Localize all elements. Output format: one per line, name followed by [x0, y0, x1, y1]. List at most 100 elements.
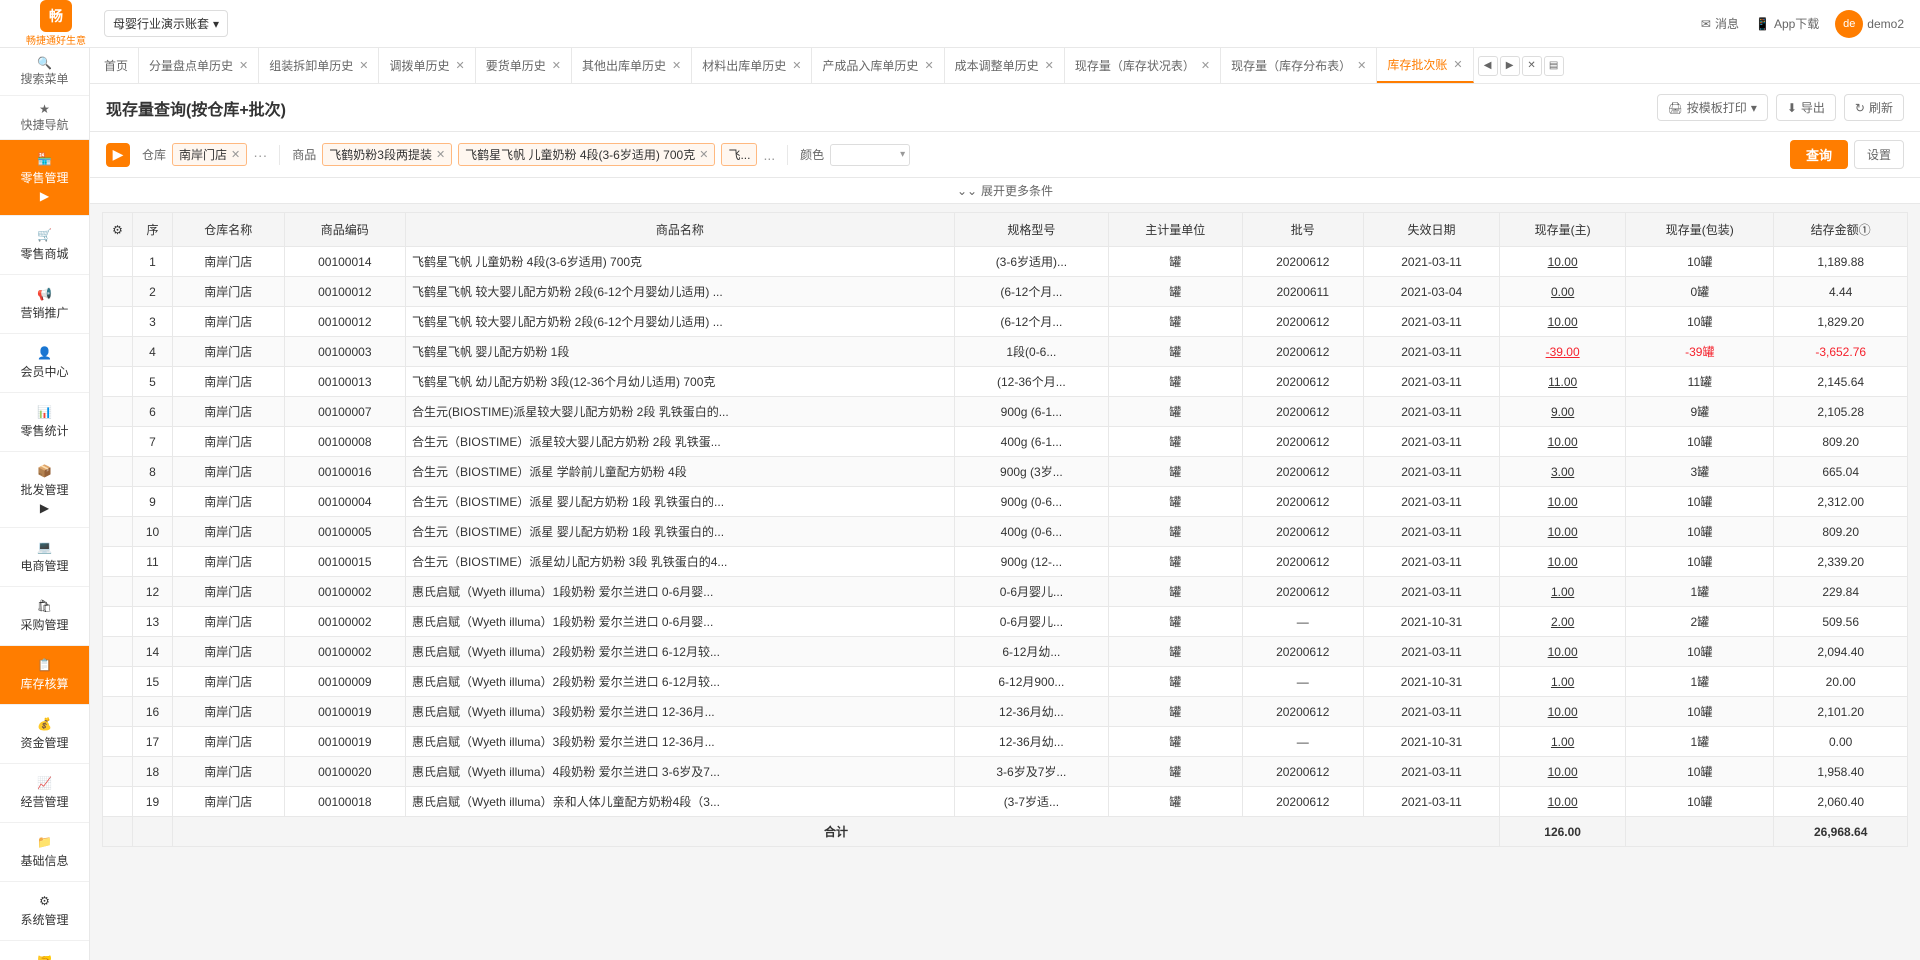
tab-transfer-close[interactable]: ✕ — [456, 59, 465, 72]
sidebar-item-wholesale-mgmt[interactable]: 📦 批发管理 ▶ — [0, 452, 89, 528]
cell-stock-main[interactable]: 10.00 — [1500, 757, 1626, 787]
cell-stock-main[interactable]: 10.00 — [1500, 787, 1626, 817]
tab-prev-arrow[interactable]: ◀ — [1478, 56, 1498, 76]
refresh-icon: ↻ — [1855, 101, 1865, 115]
sidebar-item-system-mgmt[interactable]: ⚙ 系统管理 — [0, 882, 89, 941]
cell-stock-main[interactable]: 2.00 — [1500, 607, 1626, 637]
cell-expiry: 2021-03-11 — [1363, 367, 1499, 397]
sidebar-item-enterprise-coop[interactable]: 🤝 企业协同 — [0, 941, 89, 960]
filter-product-extra[interactable]: ... — [763, 147, 775, 163]
tab-material-outstock-close[interactable]: ✕ — [792, 59, 801, 72]
sidebar-operations-label: 经营管理 — [20, 793, 68, 810]
cell-stock-main[interactable]: 10.00 — [1500, 247, 1626, 277]
search-button[interactable]: 查询 — [1790, 140, 1848, 169]
cell-product-name: 惠氏启赋（Wyeth illuma）2段奶粉 爱尔兰进口 6-12月较... — [406, 667, 955, 697]
sidebar-item-search[interactable]: 🔍 搜索菜单 — [0, 48, 89, 96]
tab-material-outstock[interactable]: 材料出库单历史 ✕ — [692, 48, 812, 83]
sidebar-item-member-center[interactable]: 👤 会员中心 — [0, 334, 89, 393]
filter-product-tag2[interactable]: 飞鹤星飞帆 儿童奶粉 4段(3-6岁适用) 700克 ✕ — [458, 143, 715, 166]
th-settings[interactable]: ⚙ — [103, 213, 133, 247]
cell-product-name: 飞鹤星飞帆 婴儿配方奶粉 1段 — [406, 337, 955, 367]
table-row: 3 南岸门店 00100012 飞鹤星飞帆 较大婴儿配方奶粉 2段(6-12个月… — [103, 307, 1908, 337]
filter-warehouse-remove[interactable]: ✕ — [231, 148, 240, 161]
tab-home[interactable]: 首页 — [94, 48, 139, 83]
tab-cost-adjust-close[interactable]: ✕ — [1045, 59, 1054, 72]
message-button[interactable]: ✉ 消息 — [1701, 15, 1739, 32]
app-download-button[interactable]: 📱 App下载 — [1755, 15, 1819, 32]
cell-unit: 罐 — [1109, 277, 1243, 307]
tab-next-arrow[interactable]: ▶ — [1500, 56, 1520, 76]
tab-product-instock[interactable]: 产成品入库单历史 ✕ — [812, 48, 944, 83]
cell-stock-main[interactable]: 10.00 — [1500, 487, 1626, 517]
tab-other-outstock[interactable]: 其他出库单历史 ✕ — [572, 48, 692, 83]
tab-split-count-close[interactable]: ✕ — [239, 59, 248, 72]
cell-stock-main[interactable]: -39.00 — [1500, 337, 1626, 367]
cell-stock-main[interactable]: 1.00 — [1500, 727, 1626, 757]
filter-color-select[interactable] — [830, 144, 910, 166]
cell-stock-main[interactable]: 10.00 — [1500, 637, 1626, 667]
sidebar-item-ecommerce-mgmt[interactable]: 💻 电商管理 — [0, 528, 89, 587]
sidebar-item-purchase-mgmt[interactable]: 🛍 采购管理 — [0, 587, 89, 646]
settings-button[interactable]: 设置 — [1854, 140, 1904, 169]
cell-batch: 20200612 — [1242, 247, 1363, 277]
cell-stock-main[interactable]: 3.00 — [1500, 457, 1626, 487]
tab-batch-voucher[interactable]: 库存批次账 ✕ — [1377, 48, 1473, 83]
expand-conditions-button[interactable]: ⌄⌄ 展开更多条件 — [957, 182, 1053, 199]
filter-warehouse-tag[interactable]: 南岸门店 ✕ — [172, 143, 247, 166]
tab-other-outstock-close[interactable]: ✕ — [672, 59, 681, 72]
cell-warehouse: 南岸门店 — [173, 667, 285, 697]
sidebar-item-finance-mgmt[interactable]: 💰 资金管理 — [0, 705, 89, 764]
filter-product-remove2[interactable]: ✕ — [699, 148, 708, 161]
user-profile[interactable]: de demo2 — [1835, 10, 1904, 38]
tab-product-instock-close[interactable]: ✕ — [924, 59, 933, 72]
cell-stock-main[interactable]: 11.00 — [1500, 367, 1626, 397]
cell-stock-main[interactable]: 10.00 — [1500, 427, 1626, 457]
warehouse-selector[interactable]: 母婴行业演示账套 ▾ — [104, 10, 228, 37]
sidebar-item-marketing[interactable]: 📢 营销推广 — [0, 275, 89, 334]
cell-stock-main[interactable]: 10.00 — [1500, 547, 1626, 577]
sidebar-item-quick-nav[interactable]: ★ 快捷导航 — [0, 96, 89, 140]
tab-close-arrow[interactable]: ✕ — [1522, 56, 1542, 76]
tab-stock-distribution-close[interactable]: ✕ — [1357, 59, 1366, 72]
tab-disassemble[interactable]: 组装拆卸单历史 ✕ — [259, 48, 379, 83]
cell-batch: 20200612 — [1242, 637, 1363, 667]
filter-warehouse-more[interactable]: ··· — [253, 147, 267, 163]
cell-product-code: 00100019 — [284, 697, 405, 727]
table-row: 18 南岸门店 00100020 惠氏启赋（Wyeth illuma）4段奶粉 … — [103, 757, 1908, 787]
tab-order-goods[interactable]: 要货单历史 ✕ — [476, 48, 572, 83]
sidebar-item-operations-mgmt[interactable]: 📈 经营管理 — [0, 764, 89, 823]
tab-cost-adjust[interactable]: 成本调整单历史 ✕ — [945, 48, 1065, 83]
cell-stock-main[interactable]: 1.00 — [1500, 667, 1626, 697]
cell-expiry: 2021-10-31 — [1363, 607, 1499, 637]
tab-stock-status[interactable]: 现存量（库存状况表） ✕ — [1065, 48, 1221, 83]
template-print-button[interactable]: 🖨 按模板打印 ▾ — [1657, 94, 1768, 121]
tab-stock-status-close[interactable]: ✕ — [1201, 59, 1210, 72]
sidebar-item-retail-stats[interactable]: 📊 零售统计 — [0, 393, 89, 452]
sidebar-item-basic-info[interactable]: 📁 基础信息 — [0, 823, 89, 882]
cell-stock-main[interactable]: 10.00 — [1500, 517, 1626, 547]
cell-stock-main[interactable]: 1.00 — [1500, 577, 1626, 607]
tab-disassemble-close[interactable]: ✕ — [359, 59, 368, 72]
export-button[interactable]: ⬇ 导出 — [1776, 94, 1836, 121]
sidebar-item-retail-mall[interactable]: 🛒 零售商城 — [0, 216, 89, 275]
cell-stock-main[interactable]: 9.00 — [1500, 397, 1626, 427]
filter-product-tag1[interactable]: 飞鹤奶粉3段两提装 ✕ — [322, 143, 452, 166]
tab-batch-voucher-label: 库存批次账 — [1387, 56, 1447, 73]
filter-product-more-tag[interactable]: 飞... — [721, 143, 757, 166]
cell-stock-main[interactable]: 10.00 — [1500, 307, 1626, 337]
sidebar-item-inventory-check[interactable]: 📋 库存核算 — [0, 646, 89, 705]
sidebar-item-retail-mgmt[interactable]: 🏪 零售管理 ▶ — [0, 140, 89, 216]
tab-split-count[interactable]: 分量盘点单历史 ✕ — [139, 48, 259, 83]
tab-menu-arrow[interactable]: ▤ — [1544, 56, 1564, 76]
tab-order-goods-close[interactable]: ✕ — [552, 59, 561, 72]
coop-icon: 🤝 — [37, 953, 52, 960]
tab-stock-distribution[interactable]: 现存量（库存分布表） ✕ — [1221, 48, 1377, 83]
page-header: 现存量查询(按仓库+批次) 🖨 按模板打印 ▾ ⬇ 导出 ↻ 刷新 — [90, 84, 1920, 132]
cell-stock-main[interactable]: 10.00 — [1500, 697, 1626, 727]
cell-stock-main[interactable]: 0.00 — [1500, 277, 1626, 307]
filter-product-remove1[interactable]: ✕ — [436, 148, 445, 161]
filter-expand-button[interactable]: ▶ — [106, 143, 130, 167]
tab-batch-voucher-close[interactable]: ✕ — [1453, 58, 1462, 71]
tab-transfer[interactable]: 调拨单历史 ✕ — [379, 48, 475, 83]
refresh-button[interactable]: ↻ 刷新 — [1844, 94, 1904, 121]
